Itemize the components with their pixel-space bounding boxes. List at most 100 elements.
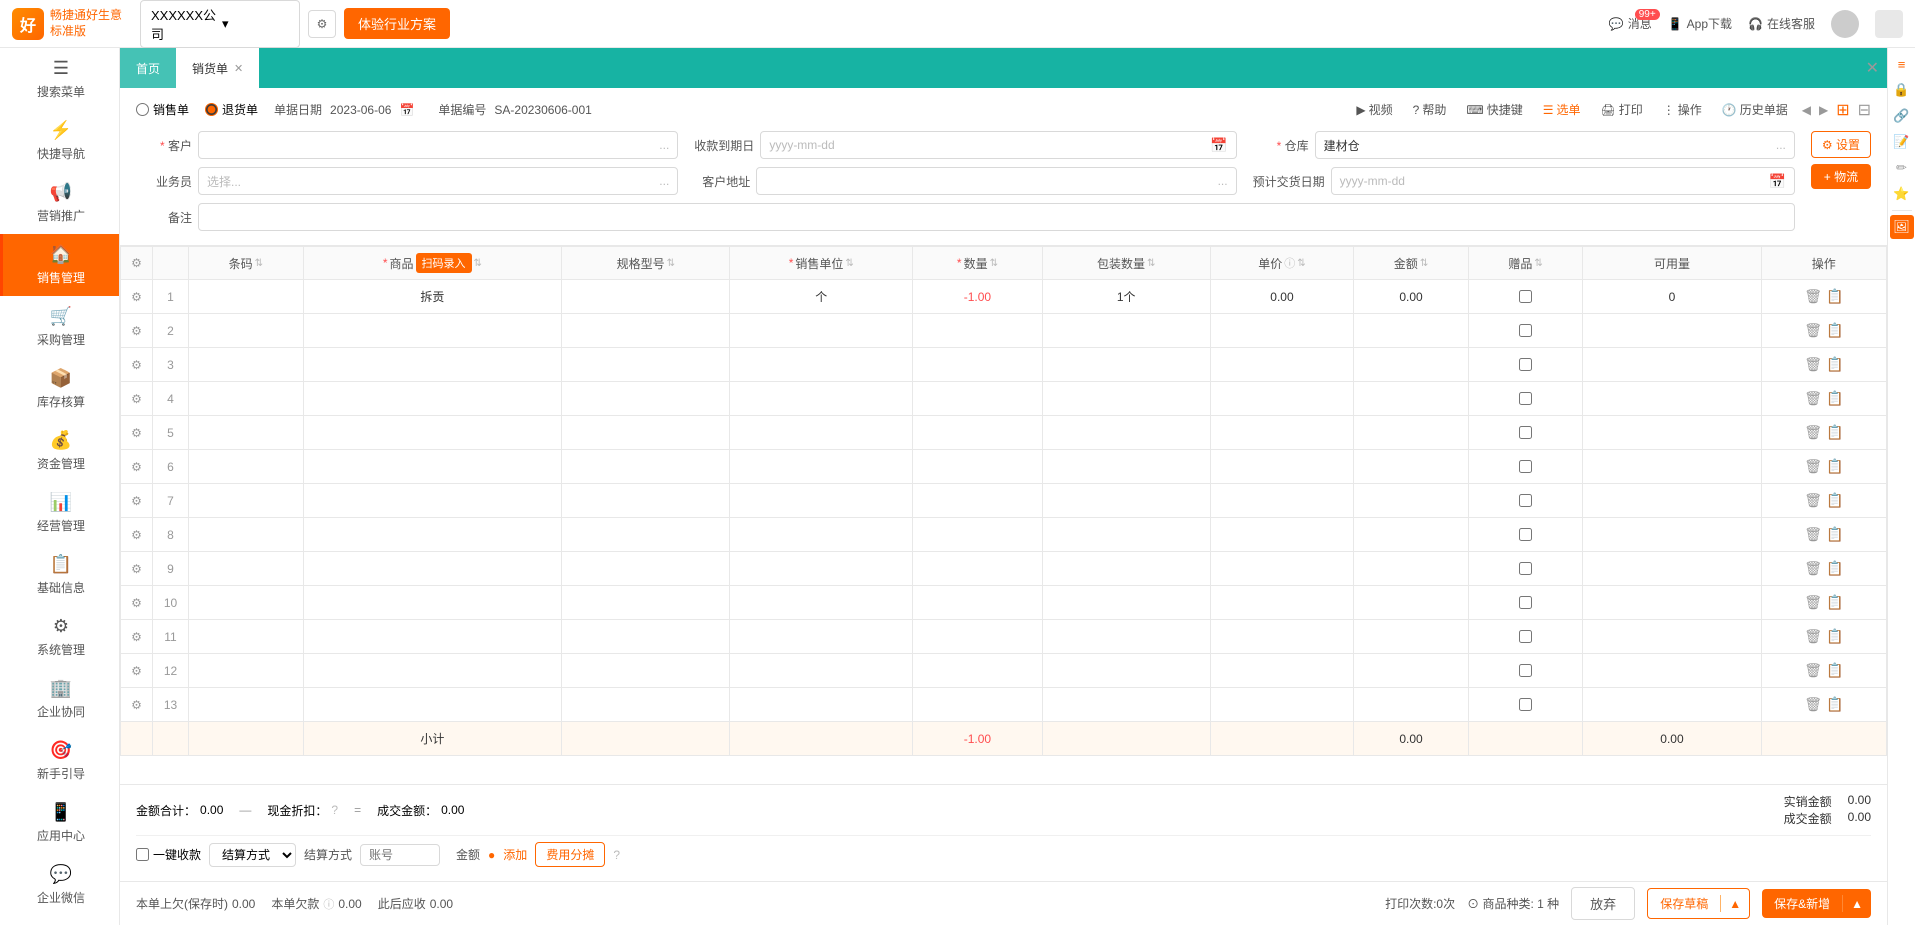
copy-icon[interactable]: 📋 [1826,424,1843,441]
payment-method-select[interactable]: 结算方式 [209,843,296,867]
cell-spec[interactable] [562,620,730,654]
cell-goods[interactable] [303,552,562,586]
expense-split-button[interactable]: 费用分摊 [535,842,605,867]
cell-spec[interactable] [562,382,730,416]
row-gear-icon[interactable]: ⚙ [131,630,142,644]
copy-icon[interactable]: 📋 [1826,356,1843,373]
cell-goods[interactable] [303,484,562,518]
delete-icon[interactable]: 🗑 [1804,662,1822,679]
cell-barcode[interactable] [189,654,304,688]
one-click-payment[interactable]: 一键收款 [136,846,201,863]
row-gear-icon[interactable]: ⚙ [131,664,142,678]
cell-quantity[interactable]: -1.00 [913,280,1042,314]
cell-quantity[interactable] [913,586,1042,620]
cell-gift[interactable] [1468,586,1583,620]
cell-quantity[interactable] [913,416,1042,450]
sidebar-item-app-center[interactable]: 📱 应用中心 [0,792,119,854]
cell-gift[interactable] [1468,552,1583,586]
row-gear-icon[interactable]: ⚙ [131,596,142,610]
actions-button[interactable]: ⋮ 操作 [1657,98,1708,121]
cell-barcode[interactable] [189,382,304,416]
cell-unit-price[interactable] [1210,314,1354,348]
cell-quantity[interactable] [913,484,1042,518]
cell-amount[interactable] [1354,688,1469,722]
sidebar-item-search-order[interactable]: ☰ 搜索菜单 [0,48,119,110]
payment-help-icon[interactable]: ? [613,848,620,862]
copy-icon[interactable]: 📋 [1826,696,1843,713]
delete-icon[interactable]: 🗑 [1804,390,1822,407]
prev-icon[interactable]: ◀ [1802,103,1811,117]
logistics-button[interactable]: + 物流 [1811,164,1871,189]
cell-quantity[interactable] [913,688,1042,722]
save-draft-arrow[interactable]: ▲ [1721,897,1749,911]
cell-barcode[interactable] [189,314,304,348]
cell-unit-price[interactable] [1210,484,1354,518]
cell-quantity[interactable] [913,382,1042,416]
cell-sales-unit[interactable] [730,586,913,620]
cell-unit-price[interactable] [1210,518,1354,552]
sidebar-item-inventory[interactable]: 📦 库存核算 [0,358,119,420]
cell-amount[interactable] [1354,620,1469,654]
delete-icon[interactable]: 🗑 [1804,696,1822,713]
sidebar-item-basic-info[interactable]: 📋 基础信息 [0,544,119,606]
company-selector[interactable]: XXXXXX公司 ▾ [140,0,300,48]
sidebar-item-enterprise[interactable]: 🏢 企业协同 [0,668,119,730]
cell-unit-price[interactable] [1210,688,1354,722]
add-payment-button[interactable]: 添加 [503,846,527,863]
row-gear-icon[interactable]: ⚙ [131,290,142,304]
print-button[interactable]: 🖨 打印 [1594,98,1648,121]
cell-sales-unit[interactable] [730,416,913,450]
cell-unit-price[interactable] [1210,348,1354,382]
select-button[interactable]: ☰ 选单 [1537,98,1587,121]
cell-barcode[interactable] [189,688,304,722]
trial-button[interactable]: 体验行业方案 [344,8,450,39]
cell-goods[interactable] [303,450,562,484]
delete-icon[interactable]: 🗑 [1804,594,1822,611]
cell-package-qty[interactable] [1042,382,1210,416]
discount-help-icon[interactable]: ? [331,803,338,817]
cell-unit-price[interactable] [1210,382,1354,416]
right-panel-edit-icon[interactable]: ✏ [1890,156,1914,180]
one-click-checkbox[interactable] [136,848,149,861]
cell-sales-unit[interactable] [730,484,913,518]
cell-package-qty[interactable] [1042,450,1210,484]
right-panel-note-icon[interactable]: 📝 [1890,130,1914,154]
cell-package-qty[interactable] [1042,654,1210,688]
cell-amount[interactable] [1354,314,1469,348]
cell-quantity[interactable] [913,518,1042,552]
cell-amount[interactable] [1354,416,1469,450]
right-panel-link-icon[interactable]: 🔗 [1890,104,1914,128]
right-panel-lock-icon[interactable]: 🔒 [1890,78,1914,102]
cell-sales-unit[interactable] [730,654,913,688]
delete-icon[interactable]: 🗑 [1804,356,1822,373]
history-button[interactable]: 🕐 历史单据 [1716,98,1794,121]
cell-goods[interactable] [303,314,562,348]
cell-spec[interactable] [562,654,730,688]
copy-icon[interactable]: 📋 [1826,526,1843,543]
cell-goods[interactable] [303,382,562,416]
cell-barcode[interactable] [189,484,304,518]
cell-unit-price[interactable]: 0.00 [1210,280,1354,314]
cell-package-qty[interactable] [1042,552,1210,586]
cell-sales-unit[interactable] [730,620,913,654]
cell-spec[interactable] [562,450,730,484]
cell-spec[interactable] [562,484,730,518]
settings-icon[interactable]: ⚙ [308,10,336,38]
cell-amount[interactable] [1354,382,1469,416]
radio-return-order[interactable]: 退货单 [205,101,258,118]
cell-package-qty[interactable] [1042,688,1210,722]
delete-icon[interactable]: 🗑 [1804,458,1822,475]
tab-home[interactable]: 首页 [120,48,176,88]
row-gear-icon[interactable]: ⚙ [131,358,142,372]
cell-barcode[interactable] [189,416,304,450]
cell-spec[interactable] [562,348,730,382]
cell-spec[interactable] [562,416,730,450]
cell-gift[interactable] [1468,450,1583,484]
save-draft-button[interactable]: 保存草稿 ▲ [1647,888,1750,919]
cell-goods[interactable] [303,586,562,620]
sidebar-item-marketing[interactable]: 📢 营销推广 [0,172,119,234]
cell-amount[interactable] [1354,654,1469,688]
cell-amount[interactable] [1354,552,1469,586]
cell-gift[interactable] [1468,416,1583,450]
cell-goods[interactable]: 拆贡 [303,280,562,314]
